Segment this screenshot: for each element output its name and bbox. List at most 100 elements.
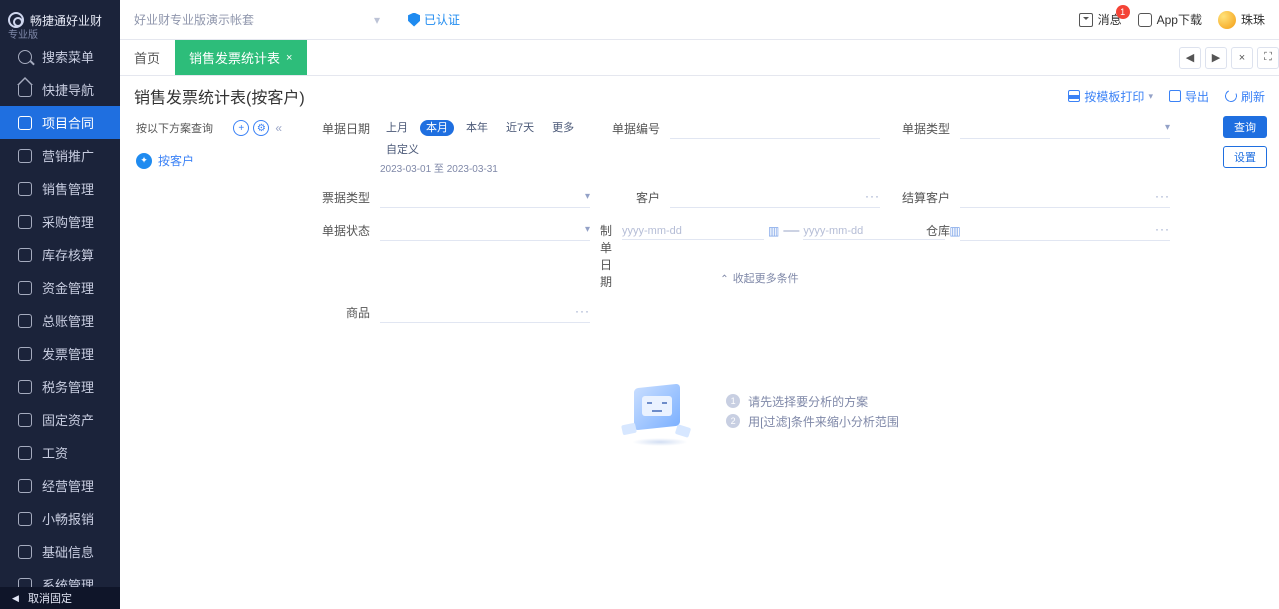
print-template-button[interactable]: 按模板打印▾ xyxy=(1068,88,1153,105)
goods-label: 商品 xyxy=(310,304,370,321)
message-icon xyxy=(1079,13,1093,27)
shield-icon xyxy=(408,13,420,27)
unpin-sidebar-button[interactable]: 取消固定 xyxy=(0,587,120,609)
voucher-date-label: 单据日期 xyxy=(310,120,370,137)
sidebar-item-fixed-asset[interactable]: 固定资产 xyxy=(0,403,120,436)
app-download-button[interactable]: App下载 xyxy=(1138,11,1202,28)
sidebar-item-search-menu[interactable]: 搜索菜单 xyxy=(0,40,120,73)
sidebar-item-expense[interactable]: 小畅报销 xyxy=(0,502,120,535)
goods-picker-icon[interactable]: ··· xyxy=(575,304,590,318)
voucher-state-select[interactable] xyxy=(380,222,590,241)
box-icon xyxy=(18,182,32,196)
sidebar-item-salary[interactable]: 工资 xyxy=(0,436,120,469)
tab-home[interactable]: 首页 xyxy=(120,40,175,75)
grid-icon xyxy=(18,149,32,163)
messages-button[interactable]: 消息 1 xyxy=(1079,11,1122,28)
message-badge: 1 xyxy=(1116,5,1130,19)
sidebar-item-funds[interactable]: 资金管理 xyxy=(0,271,120,304)
add-scheme-button[interactable]: + xyxy=(233,120,249,136)
voucher-state-label: 单据状态 xyxy=(310,222,370,239)
tab-fullscreen-button[interactable]: ⛶ xyxy=(1257,47,1279,69)
customer-picker-icon[interactable]: ··· xyxy=(865,189,880,203)
sidebar-item-inventory[interactable]: 库存核算 xyxy=(0,238,120,271)
brand-edition: 专业版 xyxy=(8,26,38,41)
sidebar-item-tax[interactable]: 税务管理 xyxy=(0,370,120,403)
voucher-no-input[interactable] xyxy=(670,120,880,139)
tab-sales-invoice-stats[interactable]: 销售发票统计表 × xyxy=(175,40,307,75)
query-button[interactable]: 查询 xyxy=(1223,116,1267,138)
scheme-panel: 按以下方案查询 + ⚙ « ✦ 按客户 xyxy=(120,116,290,169)
tabbar: 首页 销售发票统计表 × ◀ ▶ × ⛶ xyxy=(120,40,1279,76)
scheme-title: 按以下方案查询 xyxy=(136,120,229,136)
sidebar-item-ledger[interactable]: 总账管理 xyxy=(0,304,120,337)
settings-button[interactable]: 设置 xyxy=(1223,146,1267,168)
scheme-item-by-customer[interactable]: ✦ 按客户 xyxy=(136,152,282,169)
voucher-type-select[interactable] xyxy=(960,120,1170,139)
maker-date-from-input[interactable] xyxy=(622,223,764,240)
export-icon xyxy=(1169,90,1181,102)
collapse-scheme-icon[interactable]: « xyxy=(275,121,282,135)
invoice-type-select[interactable] xyxy=(380,189,590,208)
collapse-filters-button[interactable]: 收起更多条件 xyxy=(310,268,1209,288)
sidebar-item-operation[interactable]: 经营管理 xyxy=(0,469,120,502)
empty-illustration-icon xyxy=(620,376,700,446)
list-icon xyxy=(18,545,32,559)
warehouse-input[interactable] xyxy=(960,222,1170,241)
sidebar-item-purchase[interactable]: 采购管理 xyxy=(0,205,120,238)
coin-icon xyxy=(18,281,32,295)
sidebar-item-system[interactable]: 系统管理 xyxy=(0,568,120,587)
brand-name: 畅捷通好业财 xyxy=(30,12,102,29)
home-icon xyxy=(18,83,32,97)
wallet-icon xyxy=(18,446,32,460)
sidebar-nav: 搜索菜单 快捷导航 项目合同 营销推广 销售管理 采购管理 库存核算 资金管理 … xyxy=(0,40,120,587)
customer-input[interactable] xyxy=(670,189,880,208)
sidebar-item-sales[interactable]: 销售管理 xyxy=(0,172,120,205)
search-icon xyxy=(18,50,32,64)
chip-last-month[interactable]: 上月 xyxy=(380,120,414,136)
book-icon xyxy=(18,314,32,328)
sidebar-item-quick-nav[interactable]: 快捷导航 xyxy=(0,73,120,106)
voucher-type-label: 单据类型 xyxy=(890,120,950,137)
step-2-badge: 2 xyxy=(726,414,740,428)
voucher-date-range: 2023-03-01 至 2023-03-31 xyxy=(380,160,590,175)
document-icon xyxy=(18,116,32,130)
scheme-icon: ✦ xyxy=(136,153,152,169)
cube-icon xyxy=(18,413,32,427)
voucher-date-chips: 上月 本月 本年 近7天 更多 自定义 xyxy=(380,120,590,158)
tab-prev-button[interactable]: ◀ xyxy=(1179,47,1201,69)
print-icon xyxy=(1068,90,1080,102)
chip-this-year[interactable]: 本年 xyxy=(460,120,494,136)
stack-icon xyxy=(18,248,32,262)
user-menu[interactable]: 珠珠 xyxy=(1218,11,1265,29)
sidebar-item-basic-info[interactable]: 基础信息 xyxy=(0,535,120,568)
tab-close-all-button[interactable]: × xyxy=(1231,47,1253,69)
chip-last-7-days[interactable]: 近7天 xyxy=(500,120,540,136)
page-actions: 按模板打印▾ 导出 刷新 xyxy=(1068,88,1265,105)
voucher-no-label: 单据编号 xyxy=(600,120,660,137)
calendar-icon[interactable]: ▥ xyxy=(768,224,779,238)
step-1-badge: 1 xyxy=(726,394,740,408)
chip-more[interactable]: 更多 xyxy=(546,120,580,136)
tab-close-icon[interactable]: × xyxy=(286,52,292,64)
chip-this-month[interactable]: 本月 xyxy=(420,120,454,136)
page-header: 销售发票统计表(按客户) 按模板打印▾ 导出 刷新 xyxy=(120,76,1279,116)
filter-side-buttons: 查询 设置 xyxy=(1223,116,1267,168)
empty-text: 1请先选择要分析的方案 2用[过滤]条件来缩小分析范围 xyxy=(726,390,899,433)
export-button[interactable]: 导出 xyxy=(1169,88,1209,105)
goods-input[interactable] xyxy=(380,304,590,323)
sidebar-item-invoice[interactable]: 发票管理 xyxy=(0,337,120,370)
sidebar-item-project-contract[interactable]: 项目合同 xyxy=(0,106,120,139)
chip-custom[interactable]: 自定义 xyxy=(380,142,425,158)
settle-customer-label: 结算客户 xyxy=(890,189,950,206)
cog-icon xyxy=(18,479,32,493)
sidebar: 畅捷通好业财 专业版 搜索菜单 快捷导航 项目合同 营销推广 销售管理 采购管理… xyxy=(0,0,120,609)
account-selector[interactable]: 好业财专业版演示帐套 xyxy=(134,11,254,28)
scheme-settings-button[interactable]: ⚙ xyxy=(253,120,269,136)
warehouse-picker-icon[interactable]: ··· xyxy=(1155,222,1170,236)
refresh-button[interactable]: 刷新 xyxy=(1225,88,1265,105)
settle-customer-picker-icon[interactable]: ··· xyxy=(1155,189,1170,203)
chevron-down-icon: ▾ xyxy=(1148,91,1153,102)
tab-next-button[interactable]: ▶ xyxy=(1205,47,1227,69)
sidebar-item-marketing[interactable]: 营销推广 xyxy=(0,139,120,172)
settle-customer-input[interactable] xyxy=(960,189,1170,208)
